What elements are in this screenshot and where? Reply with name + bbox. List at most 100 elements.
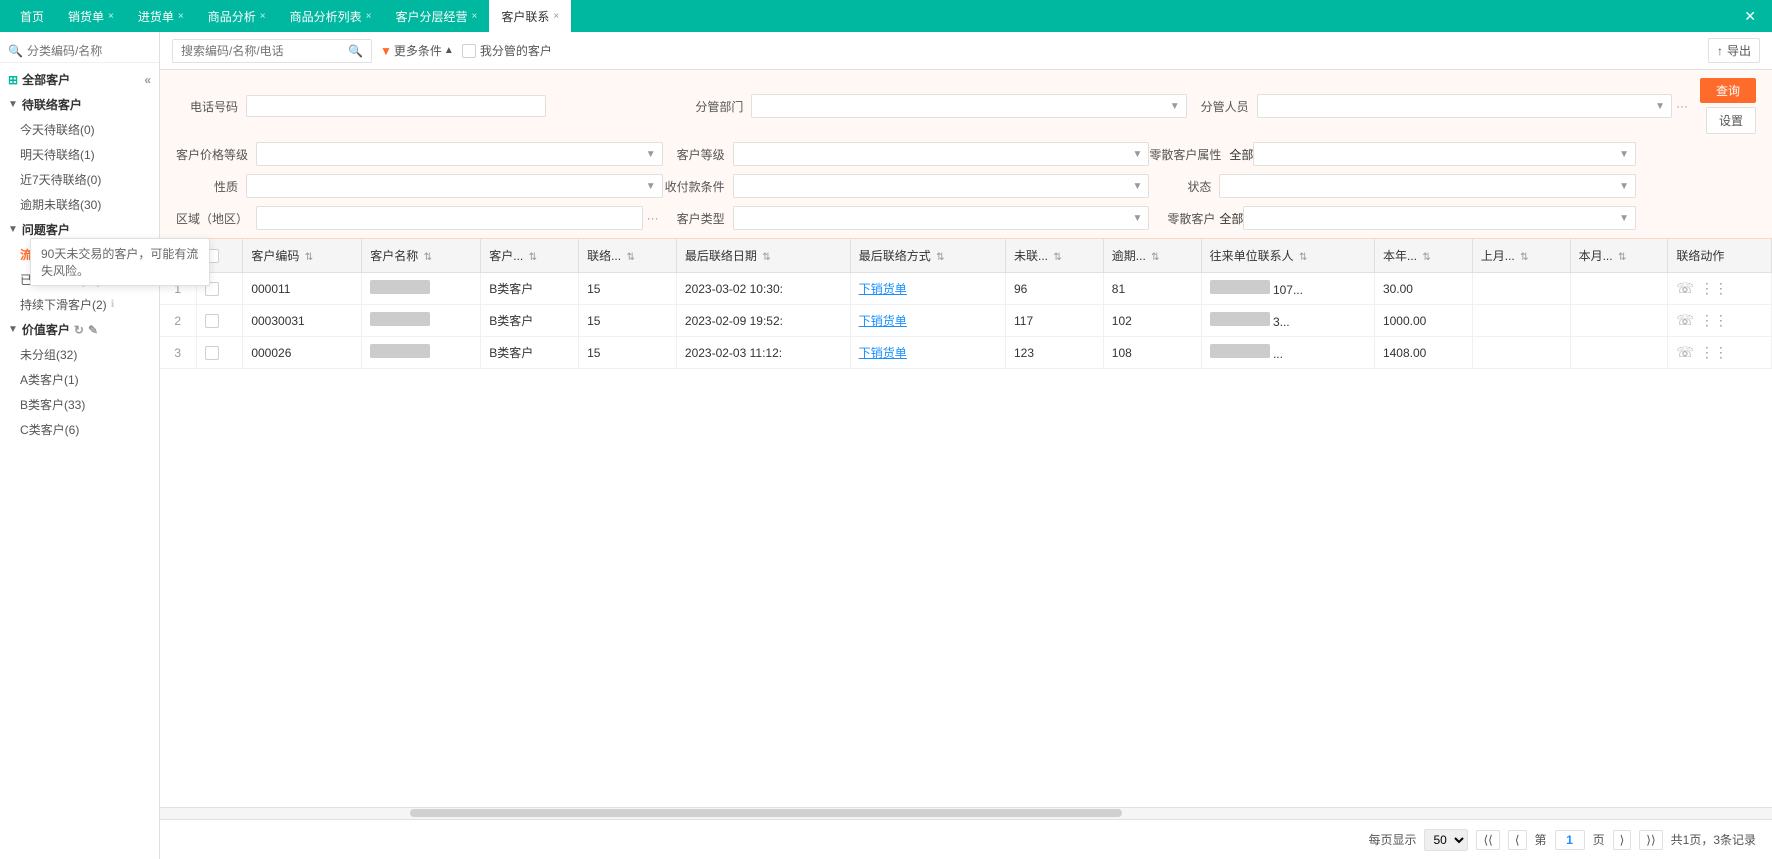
first-page-btn[interactable]: ⟨⟨: [1476, 830, 1499, 850]
row-2-checkbox[interactable]: [205, 314, 219, 328]
filter-customer-type-select[interactable]: ▼: [733, 206, 1150, 230]
th-contact[interactable]: 联络... ⇅: [579, 239, 677, 273]
last-page-btn[interactable]: ⟩⟩: [1639, 830, 1662, 850]
sidebar-item-class-b[interactable]: B类客户(33): [0, 392, 159, 417]
chevron-down-icon: ▼: [1170, 101, 1180, 112]
nav-sales-close[interactable]: ×: [108, 11, 114, 22]
nav-customer-segment[interactable]: 客户分层经营 ×: [383, 0, 489, 32]
th-contact-person[interactable]: 往来单位联系人 ⇅: [1201, 239, 1374, 273]
nav-product-list-close[interactable]: ×: [366, 11, 372, 22]
sidebar-search-input[interactable]: [27, 44, 151, 58]
td-method-2[interactable]: 下销货单: [850, 305, 1005, 337]
filter-region-select[interactable]: [256, 206, 643, 230]
nav-purchase-close[interactable]: ×: [178, 11, 184, 22]
all-customers-header[interactable]: ⊞ 全部客户 «: [0, 67, 159, 92]
next-page-btn[interactable]: ⟩: [1613, 830, 1632, 850]
th-customer-type[interactable]: 客户... ⇅: [481, 239, 579, 273]
page-input[interactable]: [1555, 830, 1585, 850]
sort-name-icon: ⇅: [424, 252, 432, 263]
nav-sales[interactable]: 销货单 ×: [56, 0, 126, 32]
filter-payment-field: 收付款条件 ▼: [663, 174, 1150, 198]
toolbar-search-input[interactable]: [181, 44, 348, 58]
toolbar-search-icon[interactable]: 🔍: [348, 44, 363, 58]
nav-product-analysis[interactable]: 商品分析 ×: [196, 0, 278, 32]
settings-button[interactable]: 设置: [1706, 107, 1756, 134]
th-last-method[interactable]: 最后联络方式 ⇅: [850, 239, 1005, 273]
td-uncontact-1: 96: [1005, 273, 1103, 305]
chevron-down-icon10: ▼: [1619, 213, 1629, 224]
scrollbar-thumb[interactable]: [410, 809, 1122, 817]
more-conditions-btn[interactable]: ▼ 更多条件 ▲: [380, 42, 454, 59]
sidebar-section-value[interactable]: ▼ 价值客户 ↻ ✎: [0, 317, 159, 342]
query-button[interactable]: 查询: [1700, 78, 1756, 103]
filter-more-btn[interactable]: ···: [1672, 99, 1692, 113]
filter-region-more-btn[interactable]: ···: [643, 211, 663, 225]
export-btn[interactable]: ↑ 导出: [1708, 38, 1760, 63]
window-close-btn[interactable]: ✕: [1736, 8, 1764, 25]
edit-icon[interactable]: ✎: [88, 323, 98, 337]
filter-nature-select[interactable]: ▼: [246, 174, 663, 198]
th-name[interactable]: 客户名称 ⇅: [362, 239, 481, 273]
th-code[interactable]: 客户编码 ⇅: [243, 239, 362, 273]
row-3-checkbox[interactable]: [205, 346, 219, 360]
menu-icon-3[interactable]: ⋮⋮: [1700, 344, 1728, 361]
td-code-1: 000011: [243, 273, 362, 305]
nav-customer-segment-close[interactable]: ×: [471, 11, 477, 22]
td-method-3[interactable]: 下销货单: [850, 337, 1005, 369]
th-this-month[interactable]: 本月... ⇅: [1570, 239, 1668, 273]
nav-customer-contact[interactable]: 客户联系 ×: [489, 0, 571, 32]
filter-payment-select[interactable]: ▼: [733, 174, 1150, 198]
sidebar-item-overdue[interactable]: 逾期未联络(30): [0, 192, 159, 217]
filter-lingshan-select[interactable]: ▼: [1243, 206, 1636, 230]
td-method-1[interactable]: 下销货单: [850, 273, 1005, 305]
td-checkbox-2: [196, 305, 243, 337]
td-tm-2: [1570, 305, 1668, 337]
filter-customer-level-select[interactable]: ▼: [733, 142, 1150, 166]
td-cp-2: 3...: [1201, 305, 1374, 337]
filter-icon: ▼: [380, 44, 392, 58]
filter-manager-select[interactable]: ▼: [1257, 94, 1672, 118]
th-last-month[interactable]: 上月... ⇅: [1472, 239, 1570, 273]
toolbar-search-box: 🔍: [172, 39, 372, 63]
sidebar-item-ungrouped[interactable]: 未分组(32): [0, 342, 159, 367]
filter-status-select[interactable]: ▼: [1219, 174, 1636, 198]
nav-customer-contact-close[interactable]: ×: [553, 11, 559, 22]
sidebar-item-today[interactable]: 今天待联络(0): [0, 117, 159, 142]
sidebar-item-declining[interactable]: 持续下滑客户(2) ℹ: [0, 292, 159, 317]
nav-home[interactable]: 首页: [8, 0, 56, 32]
nav-product-list[interactable]: 商品分析列表 ×: [278, 0, 384, 32]
td-tm-3: [1570, 337, 1668, 369]
td-year-3: 1408.00: [1374, 337, 1472, 369]
sidebar-item-class-a[interactable]: A类客户(1): [0, 367, 159, 392]
menu-icon-2[interactable]: ⋮⋮: [1700, 312, 1728, 329]
sidebar-item-tomorrow[interactable]: 明天待联络(1): [0, 142, 159, 167]
filter-price-level-select[interactable]: ▼: [256, 142, 663, 166]
menu-icon-1[interactable]: ⋮⋮: [1700, 280, 1728, 297]
nav-product-analysis-close[interactable]: ×: [260, 11, 266, 22]
sidebar-item-7days[interactable]: 近7天待联络(0): [0, 167, 159, 192]
phone-icon-2[interactable]: ☏: [1676, 312, 1694, 329]
collapse-btn[interactable]: «: [144, 73, 151, 87]
per-page-select[interactable]: 50: [1424, 829, 1468, 851]
my-customers-checkbox[interactable]: [462, 44, 476, 58]
sidebar-item-class-c[interactable]: C类客户(6): [0, 417, 159, 442]
filter-lingshan-attr-select[interactable]: ▼: [1253, 142, 1636, 166]
my-customers-toggle[interactable]: 我分管的客户: [462, 42, 552, 59]
th-uncontact[interactable]: 未联... ⇅: [1005, 239, 1103, 273]
th-last-date[interactable]: 最后联络日期 ⇅: [676, 239, 850, 273]
th-overdue[interactable]: 逾期... ⇅: [1103, 239, 1201, 273]
th-this-year[interactable]: 本年... ⇅: [1374, 239, 1472, 273]
sidebar-section-pending[interactable]: ▼ 待联络客户: [0, 92, 159, 117]
filter-dept-select[interactable]: ▼: [751, 94, 1186, 118]
nav-purchase[interactable]: 进货单 ×: [126, 0, 196, 32]
info-icon3: ℹ: [111, 299, 115, 310]
prev-page-btn[interactable]: ⟨: [1508, 830, 1527, 850]
phone-icon-3[interactable]: ☏: [1676, 344, 1694, 361]
cp-extra-3: ...: [1273, 347, 1283, 361]
refresh-icon[interactable]: ↻: [74, 323, 84, 337]
horizontal-scrollbar[interactable]: [160, 807, 1772, 819]
phone-icon-1[interactable]: ☏: [1676, 280, 1694, 297]
table-container: ⚙ 客户编码 ⇅ 客户名称 ⇅: [160, 239, 1772, 807]
td-code-2: 00030031: [243, 305, 362, 337]
filter-phone-input[interactable]: [246, 95, 546, 117]
